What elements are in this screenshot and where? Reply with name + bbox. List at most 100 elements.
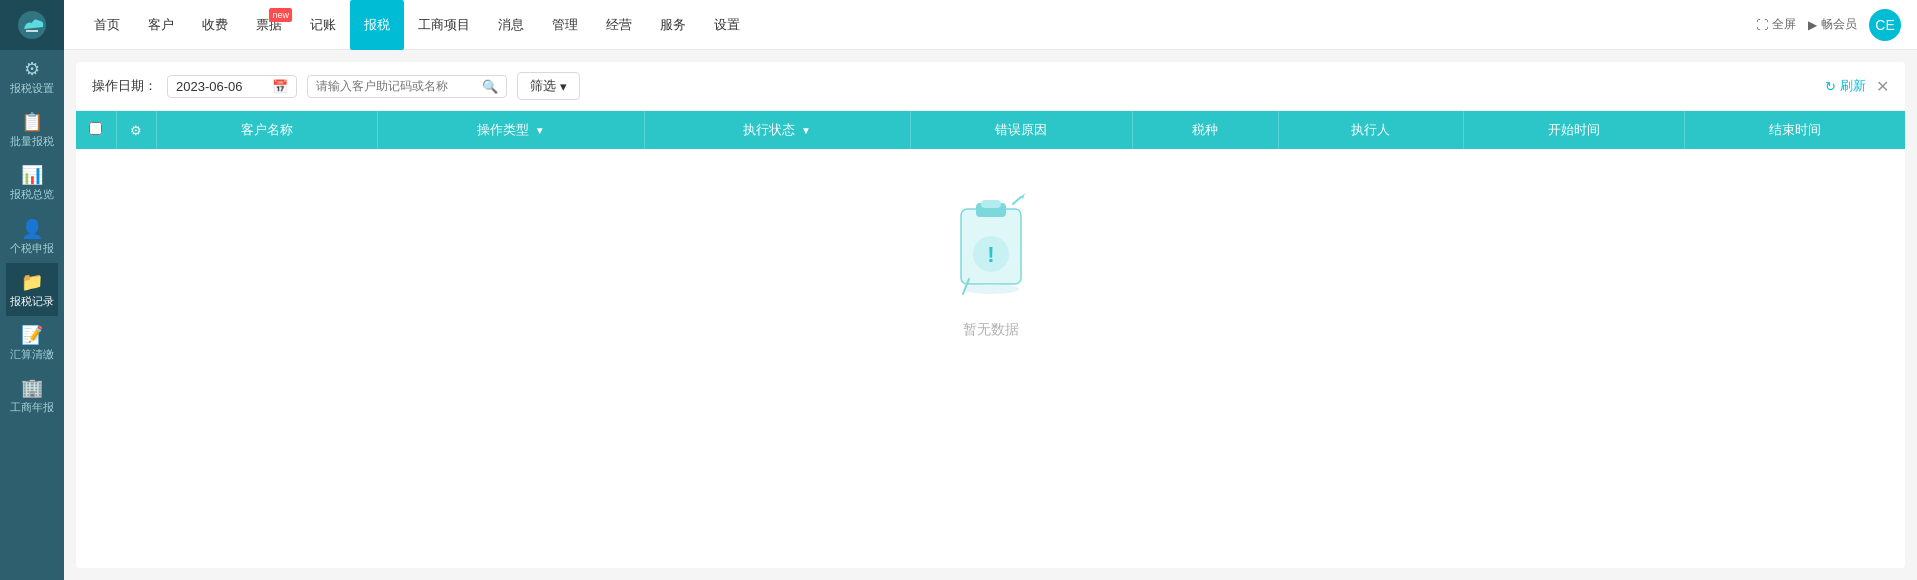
column-operation-type: 操作类型 ▼ bbox=[378, 111, 644, 149]
sidebar-item-gongshangniansbao[interactable]: 🏢 工商年报 bbox=[6, 369, 58, 422]
member-button[interactable]: ▶ 畅会员 bbox=[1808, 16, 1857, 33]
sort-arrow-status[interactable]: ▼ bbox=[801, 125, 811, 136]
filter-label: 筛选 bbox=[530, 77, 556, 95]
member-label: 畅会员 bbox=[1821, 16, 1857, 33]
nav-label-kehu: 客户 bbox=[148, 16, 174, 34]
date-picker[interactable]: 📅 bbox=[167, 75, 297, 98]
sidebar-item-baoshuizonglan[interactable]: 📊 报税总览 bbox=[6, 156, 58, 209]
sidebar-icon-baoshuishezhi: ⚙ bbox=[24, 58, 40, 80]
col-label-end: 结束时间 bbox=[1769, 122, 1821, 137]
toolbar-right: ↻ 刷新 ✕ bbox=[1825, 77, 1889, 96]
col-label-error: 错误原因 bbox=[995, 122, 1047, 137]
nav-item-baoshui[interactable]: 报税 bbox=[350, 0, 404, 50]
sidebar-label-baoshuijilu: 报税记录 bbox=[10, 295, 54, 308]
main-table: ⚙ 客户名称 操作类型 ▼ 执行状态 ▼ bbox=[76, 111, 1905, 149]
sidebar: ⚙ 报税设置 📋 批量报税 📊 报税总览 👤 个税申报 📁 报税记录 📝汇算清缴 🏢 工商年报 bbox=[0, 0, 64, 580]
sidebar-logo bbox=[0, 0, 64, 50]
search-icon[interactable]: 🔍 bbox=[482, 79, 498, 94]
fullscreen-icon: ⛶ bbox=[1756, 18, 1768, 32]
nav-item-jingying[interactable]: 经营 bbox=[592, 0, 646, 50]
new-badge-piao: new bbox=[269, 8, 292, 22]
nav-item-fuwu[interactable]: 服务 bbox=[646, 0, 700, 50]
col-label-customer: 客户名称 bbox=[241, 122, 293, 137]
sidebar-item-geshushenubao[interactable]: 👤 个税申报 bbox=[6, 210, 58, 263]
sidebar-item-baoshuishezhi[interactable]: ⚙ 报税设置 bbox=[6, 50, 58, 103]
sidebar-item-piliangshuibao[interactable]: 📋 批量报税 bbox=[6, 103, 58, 156]
sidebar-icon-geshushenubao: 👤 bbox=[21, 218, 43, 240]
col-label-tax: 税种 bbox=[1192, 122, 1218, 137]
table-container: ⚙ 客户名称 操作类型 ▼ 执行状态 ▼ bbox=[76, 111, 1905, 568]
column-start-time: 开始时间 bbox=[1463, 111, 1685, 149]
topnav-right: ⛶ 全屏 ▶ 畅会员 CE bbox=[1756, 9, 1901, 41]
col-label-optype: 操作类型 bbox=[477, 122, 529, 137]
nav-label-guanli: 管理 bbox=[552, 16, 578, 34]
column-tax-type: 税种 bbox=[1132, 111, 1279, 149]
nav-item-shezhi[interactable]: 设置 bbox=[700, 0, 754, 50]
sidebar-label-gongshangniansbao: 工商年报 bbox=[10, 401, 54, 414]
sidebar-label-baoshuishezhi: 报税设置 bbox=[10, 82, 54, 95]
nav-item-guanli[interactable]: 管理 bbox=[538, 0, 592, 50]
nav-item-gongshangxiangmu[interactable]: 工商项目 bbox=[404, 0, 484, 50]
svg-rect-3 bbox=[981, 200, 1001, 208]
sidebar-icon-baoshuijilu: 📁 bbox=[21, 271, 43, 293]
refresh-icon: ↻ bbox=[1825, 79, 1836, 94]
nav-item-piao[interactable]: 票据new bbox=[242, 0, 296, 50]
search-input[interactable] bbox=[316, 79, 476, 93]
nav-item-shouye[interactable]: 首页 bbox=[80, 0, 134, 50]
svg-point-8 bbox=[963, 284, 1019, 294]
nav-label-jzhang: 记账 bbox=[310, 16, 336, 34]
nav-label-baoshui: 报税 bbox=[364, 16, 390, 34]
sidebar-item-huisuanqingcuo[interactable]: 📝汇算清缴 bbox=[6, 316, 58, 369]
toolbar: 操作日期： 📅 🔍 筛选 ▾ ↻ 刷新 ✕ bbox=[76, 62, 1905, 111]
user-initials: CE bbox=[1875, 17, 1894, 33]
search-box[interactable]: 🔍 bbox=[307, 75, 507, 98]
column-customer-name: 客户名称 bbox=[156, 111, 378, 149]
col-label-status: 执行状态 bbox=[743, 122, 795, 137]
close-button[interactable]: ✕ bbox=[1876, 77, 1889, 96]
table-header: ⚙ 客户名称 操作类型 ▼ 执行状态 ▼ bbox=[76, 111, 1905, 149]
refresh-button[interactable]: ↻ 刷新 bbox=[1825, 77, 1866, 95]
nav-label-fuwu: 服务 bbox=[660, 16, 686, 34]
fullscreen-label: 全屏 bbox=[1772, 16, 1796, 33]
settings-icon[interactable]: ⚙ bbox=[130, 123, 142, 138]
sidebar-item-baoshuijilu[interactable]: 📁 报税记录 bbox=[6, 263, 58, 316]
nav-label-shouye: 首页 bbox=[94, 16, 120, 34]
sidebar-label-baoshuizonglan: 报税总览 bbox=[10, 188, 54, 201]
sidebar-icon-piliangshuibao: 📋 bbox=[21, 111, 43, 133]
sidebar-label-huisuanqingcuo: 汇算清缴 bbox=[10, 348, 54, 361]
nav-label-shezhi: 设置 bbox=[714, 16, 740, 34]
select-all-checkbox[interactable] bbox=[89, 122, 102, 135]
video-icon: ▶ bbox=[1808, 18, 1817, 32]
column-exec-status: 执行状态 ▼ bbox=[644, 111, 910, 149]
empty-state: ! 暂无数据 bbox=[76, 149, 1905, 399]
filter-button[interactable]: 筛选 ▾ bbox=[517, 72, 580, 100]
column-checkbox bbox=[76, 111, 116, 149]
calendar-icon: 📅 bbox=[272, 79, 288, 94]
refresh-label: 刷新 bbox=[1840, 77, 1866, 95]
svg-line-6 bbox=[1013, 197, 1021, 204]
date-input[interactable] bbox=[176, 79, 266, 94]
col-label-start: 开始时间 bbox=[1548, 122, 1600, 137]
nav-item-xiaoxi[interactable]: 消息 bbox=[484, 0, 538, 50]
nav-label-gongshangxiangmu: 工商项目 bbox=[418, 16, 470, 34]
col-label-executor: 执行人 bbox=[1351, 122, 1390, 137]
nav-item-kehu[interactable]: 客户 bbox=[134, 0, 188, 50]
empty-text: 暂无数据 bbox=[963, 321, 1019, 339]
nav-item-shoufei[interactable]: 收费 bbox=[188, 0, 242, 50]
sidebar-label-geshushenubao: 个税申报 bbox=[10, 242, 54, 255]
top-navigation: 首页 客户收费票据new 记账 报税 工商项目 消息 管理 经营 服务 设置 ⛶ 全屏 ▶ 畅会员… bbox=[64, 0, 1917, 50]
sidebar-icon-gongshangniansbao: 🏢 bbox=[21, 377, 43, 399]
sidebar-label-piliangshuibao: 批量报税 bbox=[10, 135, 54, 148]
nav-label-xiaoxi: 消息 bbox=[498, 16, 524, 34]
fullscreen-button[interactable]: ⛶ 全屏 bbox=[1756, 16, 1796, 33]
svg-marker-7 bbox=[1021, 193, 1025, 199]
nav-item-jzhang[interactable]: 记账 bbox=[296, 0, 350, 50]
content-area: 操作日期： 📅 🔍 筛选 ▾ ↻ 刷新 ✕ bbox=[76, 62, 1905, 568]
nav-label-jingying: 经营 bbox=[606, 16, 632, 34]
sort-arrow-optype[interactable]: ▼ bbox=[535, 125, 545, 136]
user-avatar[interactable]: CE bbox=[1869, 9, 1901, 41]
date-label: 操作日期： bbox=[92, 77, 157, 95]
empty-illustration: ! bbox=[941, 189, 1041, 309]
sidebar-icon-baoshuizonglan: 📊 bbox=[21, 164, 43, 186]
column-settings: ⚙ bbox=[116, 111, 156, 149]
